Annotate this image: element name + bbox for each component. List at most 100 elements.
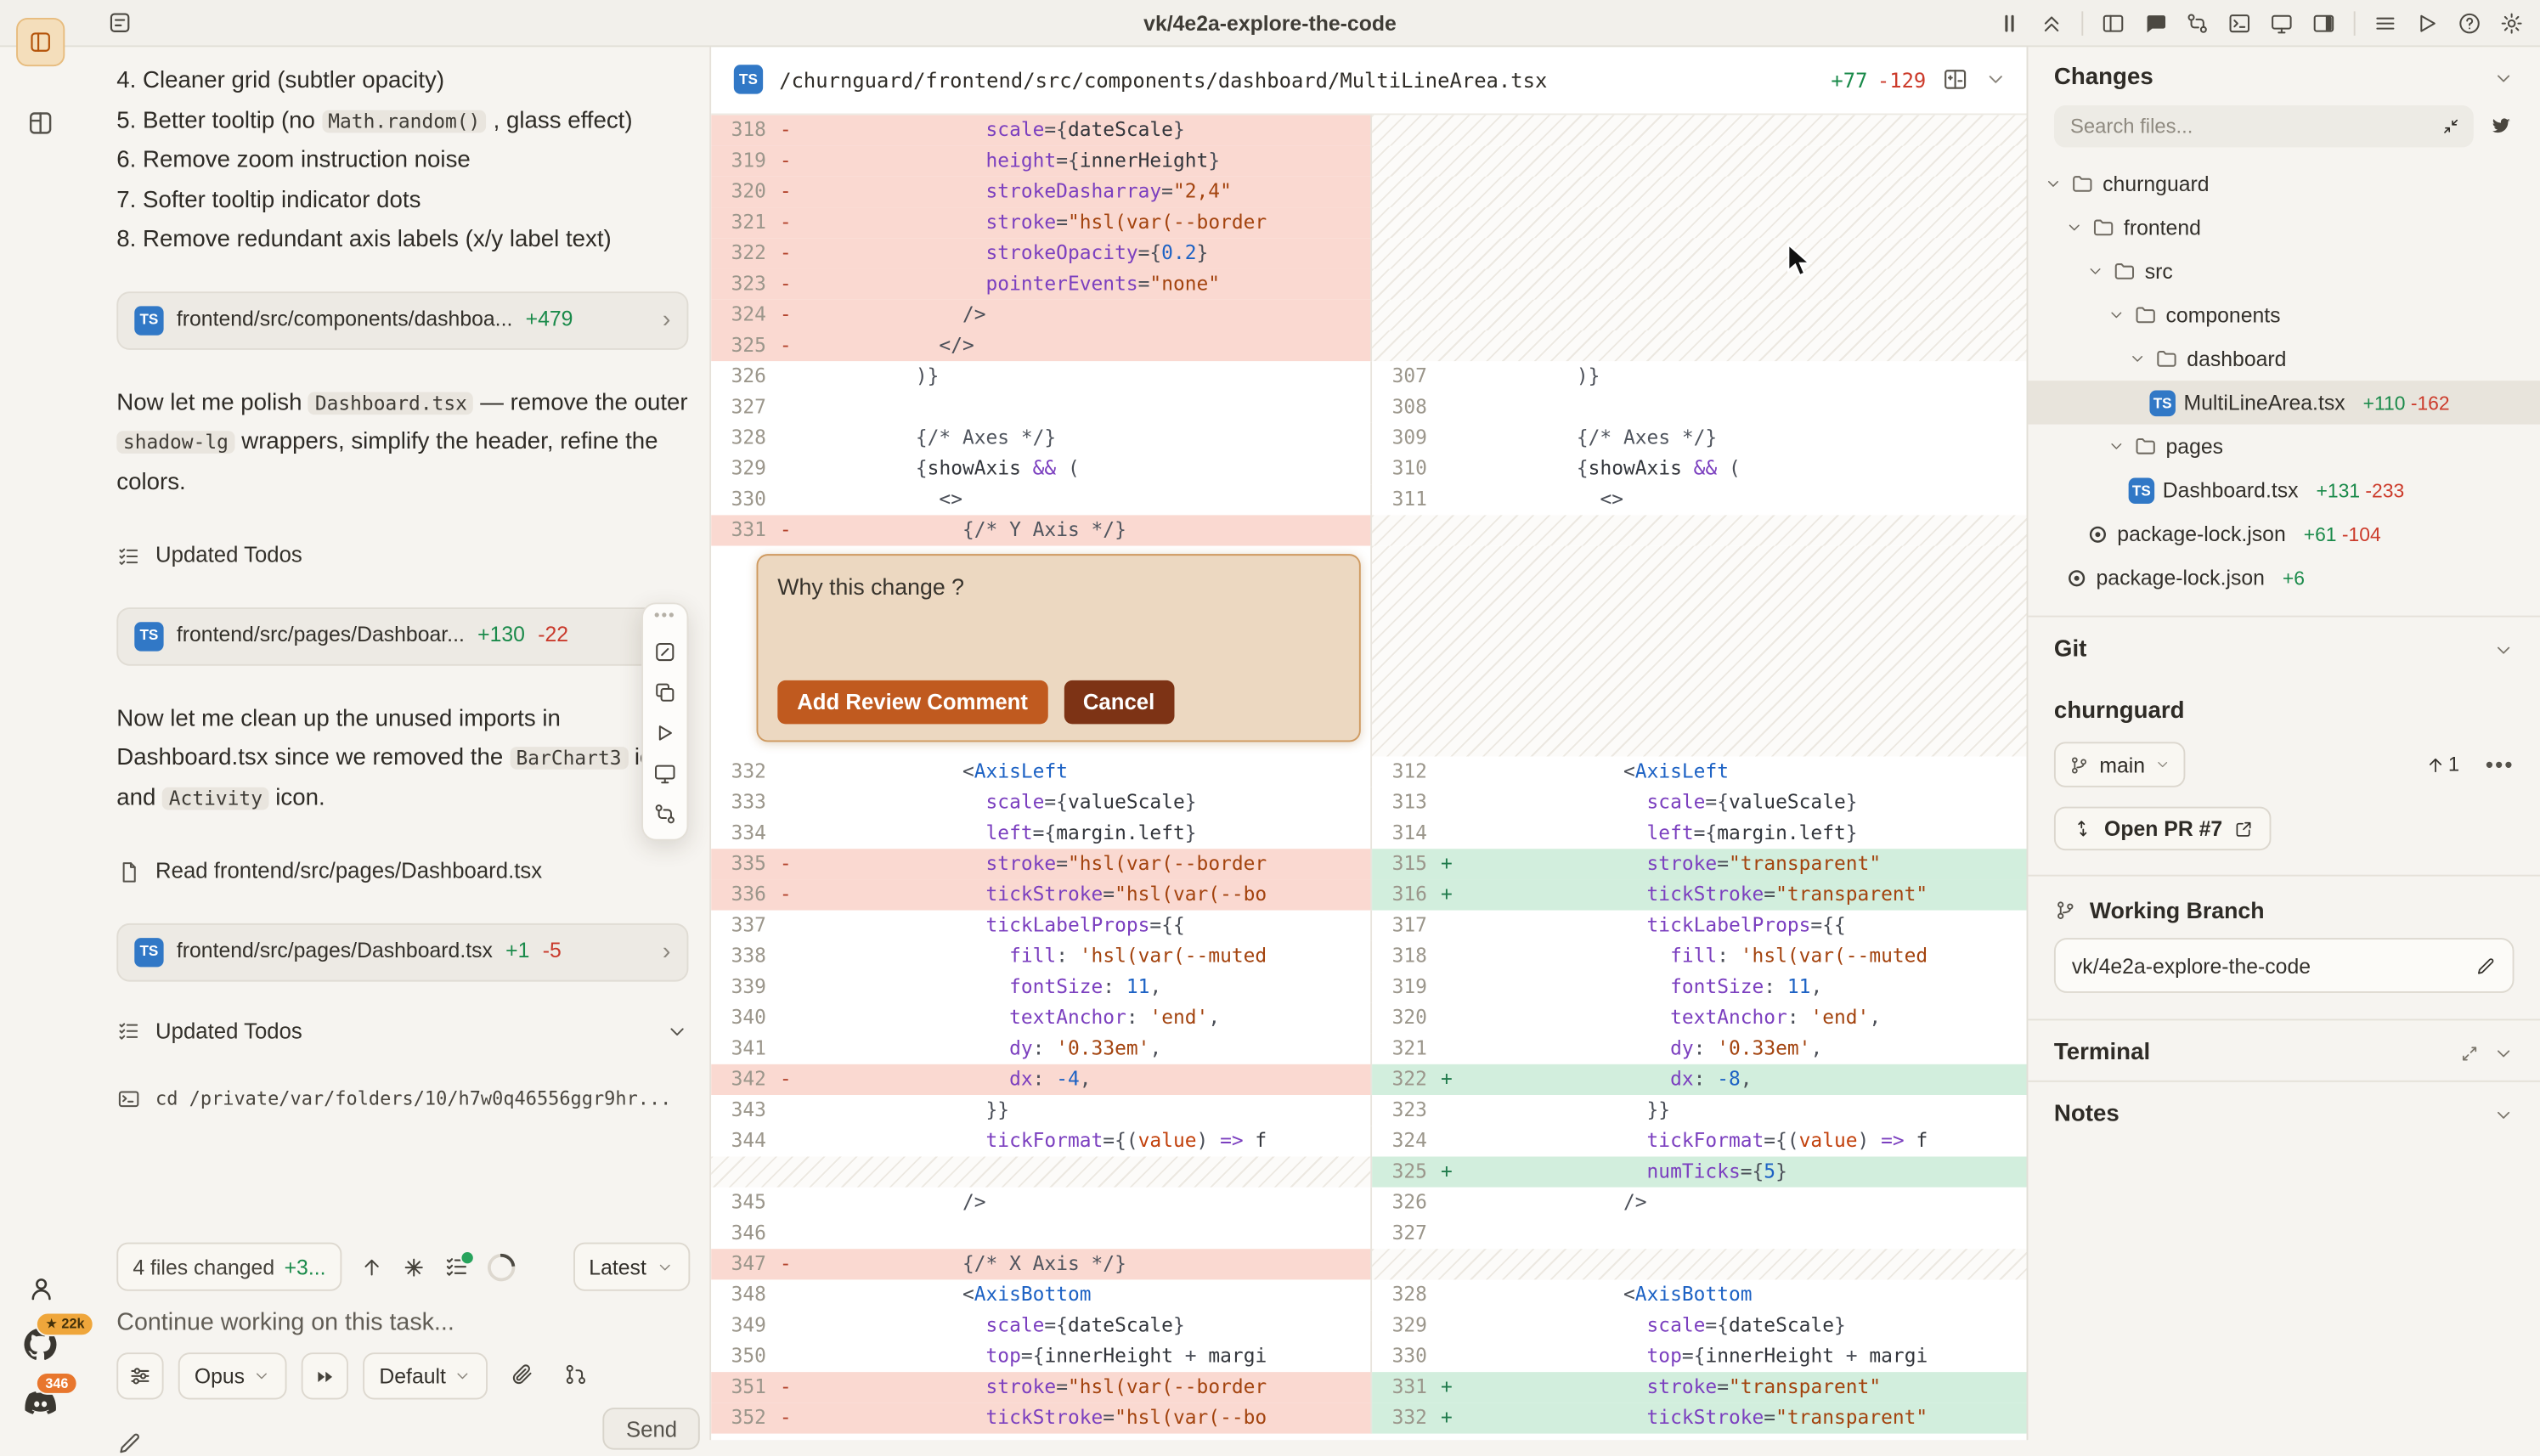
diff-line[interactable]: 316+ tickStroke="transparent" <box>1372 879 2029 910</box>
model-dropdown[interactable]: Opus <box>178 1352 287 1399</box>
diff-line[interactable]: 307 )} <box>1372 361 2029 392</box>
diff-line[interactable]: 318 fill: 'hsl(var(--muted <box>1372 941 2029 972</box>
diff-line[interactable]: 327 <box>1372 1218 2029 1249</box>
diff-line[interactable]: 323- pointerEvents="none" <box>711 269 1372 300</box>
todos-row[interactable]: Updated Todos <box>116 1012 688 1052</box>
panel-right-icon[interactable] <box>2311 10 2336 35</box>
chevron-down-icon[interactable] <box>2493 67 2515 88</box>
diff-line[interactable]: 330 top={innerHeight + margi <box>1372 1341 2029 1372</box>
pause-icon[interactable] <box>1997 10 2022 35</box>
bird-icon[interactable] <box>2488 113 2515 139</box>
chat-input[interactable] <box>116 1295 690 1348</box>
terminal-icon[interactable] <box>2227 10 2252 35</box>
add-review-comment-button[interactable]: Add Review Comment <box>777 680 1047 724</box>
tree-row[interactable]: TSMultiLineArea.tsx+110 -162 <box>2028 381 2540 424</box>
diff-line[interactable]: 335- stroke="hsl(var(--border <box>711 849 1372 879</box>
draw-icon[interactable] <box>116 1431 143 1456</box>
diff-line[interactable]: 329 scale={dateScale} <box>1372 1311 2029 1341</box>
discord-icon[interactable]: 346 <box>21 1385 60 1424</box>
panel-left-icon[interactable] <box>2101 10 2125 35</box>
diff-line[interactable]: 327 <box>711 392 1372 422</box>
latest-dropdown[interactable]: Latest <box>573 1243 690 1291</box>
terminal-command-row[interactable]: cd /private/var/folders/10/h7w0q46556ggr… <box>116 1079 688 1119</box>
chevron-down-icon[interactable] <box>2493 639 2515 660</box>
tree-row[interactable]: src <box>2028 250 2540 293</box>
split-diff-icon[interactable] <box>1942 66 1968 93</box>
chat-settings-icon[interactable] <box>116 1352 163 1399</box>
diff-line[interactable]: 332 <AxisLeft <box>711 757 1372 787</box>
diff-line[interactable]: 314 left={margin.left} <box>1372 818 2029 849</box>
diff-line[interactable]: 342- dx: -4, <box>711 1064 1372 1095</box>
git-compare-icon[interactable] <box>2185 10 2210 35</box>
diff-line[interactable]: 346 <box>711 1218 1372 1249</box>
diff-line[interactable]: 352- tickStroke="hsl(var(--bo <box>711 1402 1372 1433</box>
pull-request-icon[interactable] <box>556 1352 595 1396</box>
diff-line[interactable]: 322- strokeOpacity={0.2} <box>711 238 1372 268</box>
diff-line[interactable]: 311 <> <box>1372 484 2029 515</box>
file-search-input[interactable] <box>2067 113 2431 139</box>
diff-line[interactable]: 338 fill: 'hsl(var(--muted <box>711 941 1372 972</box>
collapse-tree-icon[interactable] <box>2441 116 2461 136</box>
diff-line[interactable]: 310 {showAxis && ( <box>1372 454 2029 484</box>
help-icon[interactable] <box>2458 10 2482 35</box>
diff-line[interactable]: 332+ tickStroke="transparent" <box>1372 1402 2029 1433</box>
copy-icon[interactable] <box>652 680 677 705</box>
monitor-icon[interactable] <box>2270 10 2294 35</box>
tree-row[interactable]: pages <box>2028 425 2540 468</box>
diff-line[interactable]: 336- tickStroke="hsl(var(--bo <box>711 879 1372 910</box>
diff-line[interactable]: 320- strokeDasharray="2,4" <box>711 177 1372 207</box>
working-branch-field[interactable]: vk/4e2a-explore-the-code <box>2054 938 2515 993</box>
diff-line[interactable]: 349 scale={dateScale} <box>711 1311 1372 1341</box>
tree-row[interactable]: TSDashboard.tsx+131 -233 <box>2028 468 2540 511</box>
monitor-icon[interactable] <box>652 761 677 786</box>
diff-line[interactable]: 325+ numTicks={5} <box>1372 1157 2029 1188</box>
diff-line[interactable]: 339 fontSize: 11, <box>711 972 1372 1002</box>
git-compare-icon[interactable] <box>652 802 677 827</box>
diff-line[interactable]: 344 tickFormat={(value) => f <box>711 1126 1372 1156</box>
tree-row[interactable]: frontend <box>2028 206 2540 249</box>
diff-line[interactable]: 329 {showAxis && ( <box>711 454 1372 484</box>
diff-line[interactable]: 325- </> <box>711 330 1372 361</box>
diff-line[interactable]: 312 <AxisLeft <box>1372 757 2029 787</box>
settings-icon[interactable] <box>2499 10 2524 35</box>
diff-line[interactable]: 309 {/* Axes */} <box>1372 423 2029 454</box>
attach-icon[interactable] <box>503 1352 542 1396</box>
threads-icon[interactable] <box>107 9 133 36</box>
menu-icon[interactable] <box>2373 10 2398 35</box>
diff-line[interactable]: 320 textAnchor: 'end', <box>1372 1002 2029 1033</box>
diff-line[interactable]: 322+ dx: -8, <box>1372 1064 2029 1095</box>
diff-line[interactable]: 337 tickLabelProps={{ <box>711 911 1372 941</box>
edit-branch-icon[interactable] <box>2475 955 2497 976</box>
diff-line[interactable]: 315+ stroke="transparent" <box>1372 849 2029 879</box>
diff-line[interactable]: 326 )} <box>711 361 1372 392</box>
diff-line[interactable]: 321- stroke="hsl(var(--border <box>711 207 1372 238</box>
diff-line[interactable]: 328 <AxisBottom <box>1372 1279 2029 1310</box>
diff-line[interactable]: 317 tickLabelProps={{ <box>1372 911 2029 941</box>
expand-icon[interactable] <box>2459 1042 2481 1064</box>
diff-line[interactable]: 331- {/* Y Axis */} <box>711 515 1372 545</box>
todos-status-icon[interactable] <box>444 1254 471 1280</box>
diff-line[interactable]: 326 /> <box>1372 1188 2029 1218</box>
changes-section-header[interactable]: Changes <box>2028 45 2540 105</box>
tree-row[interactable]: dashboard <box>2028 337 2540 381</box>
file-change-chip[interactable]: TSfrontend/src/components/dashboa...+479… <box>116 291 688 349</box>
tool-call-row[interactable]: Read frontend/src/pages/Dashboard.tsx <box>116 852 688 892</box>
chat-icon[interactable] <box>2143 10 2168 35</box>
tree-row[interactable]: components <box>2028 293 2540 336</box>
chevron-down-icon[interactable] <box>2493 1042 2515 1064</box>
diff-line[interactable]: 350 top={innerHeight + margi <box>711 1341 1372 1372</box>
diff-line[interactable]: 324 tickFormat={(value) => f <box>1372 1126 2029 1156</box>
diff-line[interactable]: 319- height={innerHeight} <box>711 146 1372 177</box>
file-change-chip[interactable]: TSfrontend/src/pages/Dashboard.tsx+1-5› <box>116 923 688 981</box>
cancel-button[interactable]: Cancel <box>1064 680 1174 724</box>
review-comment-box[interactable]: Why this change ?Add Review CommentCance… <box>757 554 1361 742</box>
terminal-section-header[interactable]: Terminal <box>2028 1020 2540 1081</box>
diff-line[interactable]: 343 }} <box>711 1095 1372 1126</box>
diff-line[interactable]: 323 }} <box>1372 1095 2029 1126</box>
diff-line[interactable]: 334 left={margin.left} <box>711 818 1372 849</box>
tree-row[interactable]: churnguard <box>2028 162 2540 206</box>
diff-line[interactable]: 308 <box>1372 392 2029 422</box>
tree-row[interactable]: package-lock.json+6 <box>2028 556 2540 599</box>
diff-line[interactable]: 321 dy: '0.33em', <box>1372 1034 2029 1064</box>
open-pr-button[interactable]: Open PR #7 <box>2054 807 2271 850</box>
